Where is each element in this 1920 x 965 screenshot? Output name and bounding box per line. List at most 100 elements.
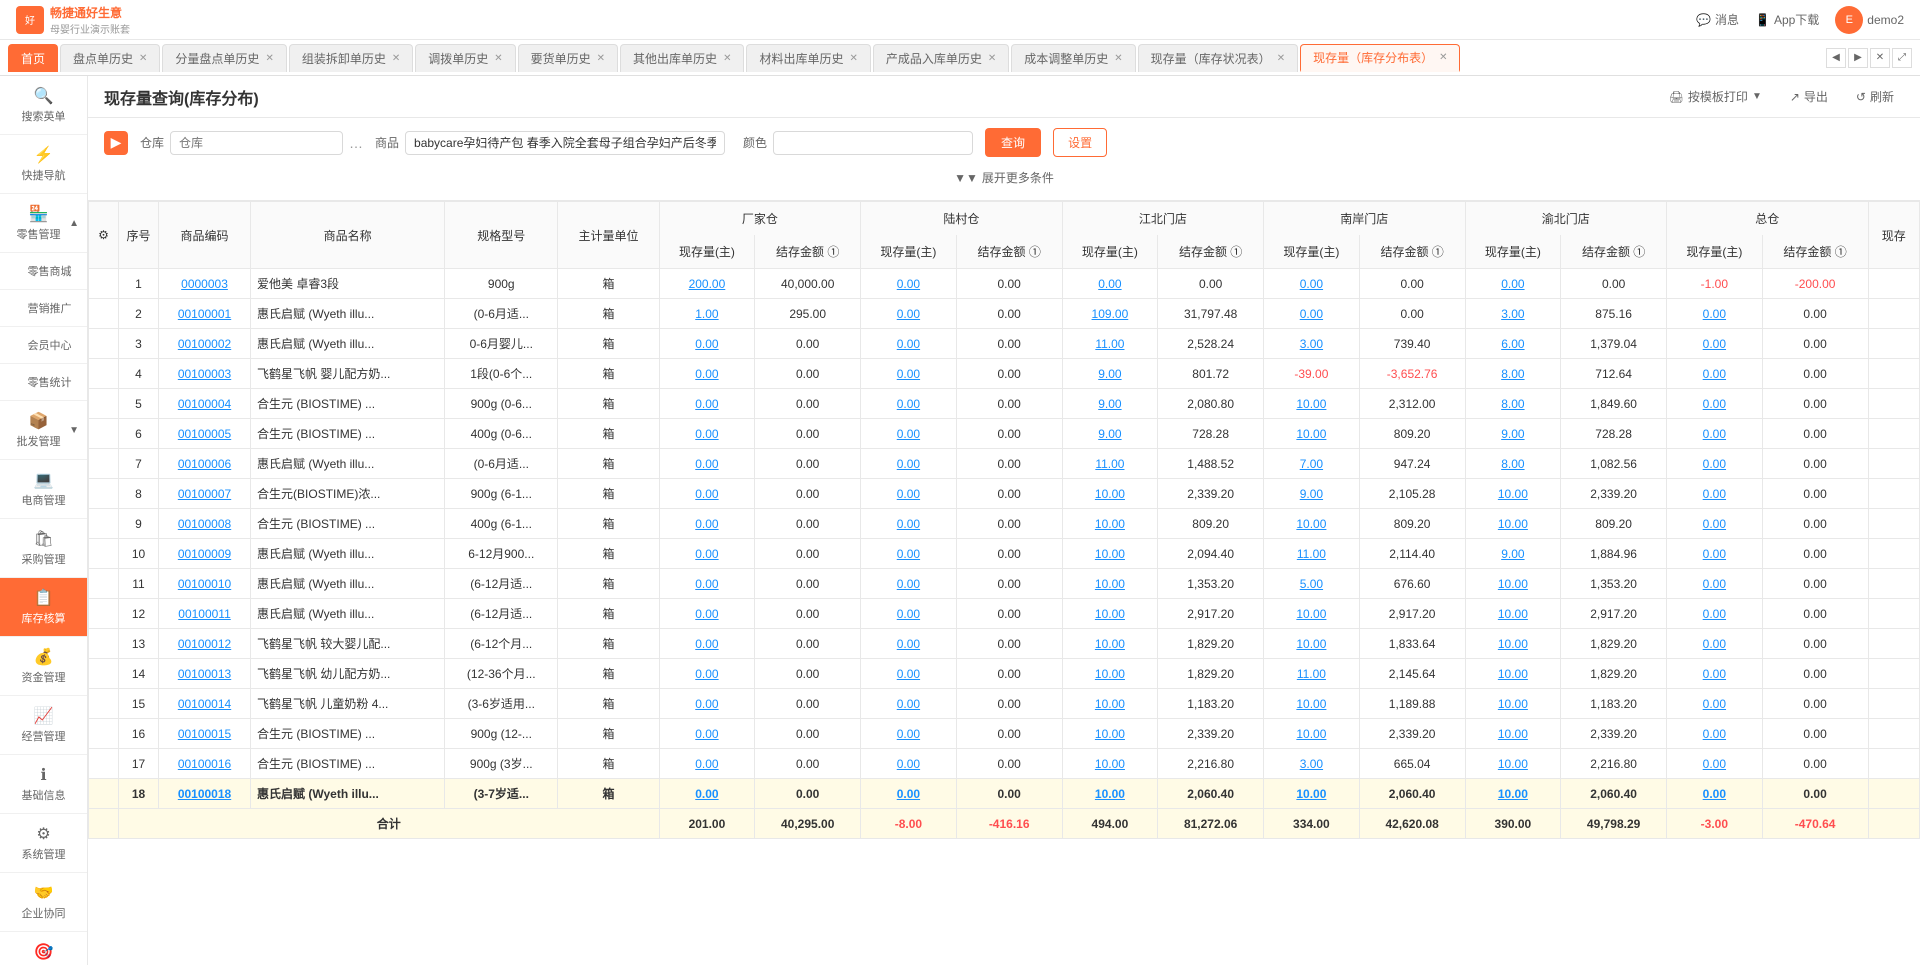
tab-8-close[interactable]: ✕ <box>988 53 996 64</box>
td-c2-qty[interactable]: 0.00 <box>861 599 957 629</box>
tab-7[interactable]: 材料出库单历史 ✕ <box>746 44 870 72</box>
td-total-qty[interactable]: 0.00 <box>1667 329 1763 359</box>
td-code[interactable]: 00100005 <box>159 419 251 449</box>
tab-10-close[interactable]: ✕ <box>1277 53 1285 64</box>
tab-1-close[interactable]: ✕ <box>139 53 147 64</box>
td-code[interactable]: 00100002 <box>159 329 251 359</box>
td-c4-qty[interactable]: 3.00 <box>1264 749 1360 779</box>
td-total-qty[interactable]: 0.00 <box>1667 419 1763 449</box>
tab-5[interactable]: 要货单历史 ✕ <box>518 44 618 72</box>
td-c2-qty[interactable]: 0.00 <box>861 779 957 809</box>
td-c5-qty[interactable]: 10.00 <box>1465 749 1561 779</box>
td-c1-qty[interactable]: 0.00 <box>659 569 755 599</box>
tab-6[interactable]: 其他出库单历史 ✕ <box>620 44 744 72</box>
td-c2-qty[interactable]: 0.00 <box>861 479 957 509</box>
td-c4-qty[interactable]: 10.00 <box>1264 779 1360 809</box>
td-c3-qty[interactable]: 10.00 <box>1062 509 1158 539</box>
td-total-qty[interactable]: 0.00 <box>1667 599 1763 629</box>
td-c5-qty[interactable]: 10.00 <box>1465 509 1561 539</box>
tab-fullscreen-btn[interactable]: ⤢ <box>1892 48 1912 68</box>
td-c5-qty[interactable]: 10.00 <box>1465 569 1561 599</box>
tab-4-close[interactable]: ✕ <box>494 53 502 64</box>
goods-input[interactable] <box>405 131 725 155</box>
tab-10[interactable]: 现存量（库存状况表） ✕ <box>1138 44 1298 72</box>
td-c4-qty[interactable]: 11.00 <box>1264 659 1360 689</box>
td-code[interactable]: 00100015 <box>159 719 251 749</box>
td-c1-qty[interactable]: 0.00 <box>659 689 755 719</box>
td-c3-qty[interactable]: 10.00 <box>1062 569 1158 599</box>
td-c2-qty[interactable]: 0.00 <box>861 659 957 689</box>
tab-6-close[interactable]: ✕ <box>723 53 731 64</box>
td-c1-qty[interactable]: 0.00 <box>659 749 755 779</box>
td-c1-qty[interactable]: 0.00 <box>659 539 755 569</box>
td-c3-qty[interactable]: 109.00 <box>1062 299 1158 329</box>
td-c4-qty[interactable]: 10.00 <box>1264 629 1360 659</box>
td-c1-qty[interactable]: 0.00 <box>659 359 755 389</box>
td-c3-qty[interactable]: 9.00 <box>1062 419 1158 449</box>
print-btn[interactable]: 🖨 按模板打印 ▼ <box>1659 84 1772 109</box>
td-c5-qty[interactable]: 9.00 <box>1465 539 1561 569</box>
td-total-qty[interactable]: 0.00 <box>1667 359 1763 389</box>
td-c1-qty[interactable]: 0.00 <box>659 509 755 539</box>
sidebar-item-retail[interactable]: 🏪 零售管理 ▲ <box>0 194 87 253</box>
td-c4-qty[interactable]: 0.00 <box>1264 269 1360 299</box>
td-code[interactable]: 00100001 <box>159 299 251 329</box>
td-c1-qty[interactable]: 0.00 <box>659 479 755 509</box>
refresh-btn[interactable]: ↺ 刷新 <box>1846 84 1904 109</box>
tab-11[interactable]: 现存量（库存分布表） ✕ <box>1300 44 1460 72</box>
user-area[interactable]: E demo2 <box>1835 6 1904 34</box>
td-c1-qty[interactable]: 0.00 <box>659 389 755 419</box>
td-code[interactable]: 00100018 <box>159 779 251 809</box>
sidebar-item-ecommerce[interactable]: 💻 电商管理 <box>0 460 87 519</box>
td-c4-qty[interactable]: -39.00 <box>1264 359 1360 389</box>
td-c5-qty[interactable]: 10.00 <box>1465 689 1561 719</box>
td-code[interactable]: 00100004 <box>159 389 251 419</box>
td-code[interactable]: 00100003 <box>159 359 251 389</box>
td-code[interactable]: 00100008 <box>159 509 251 539</box>
td-c1-qty[interactable]: 200.00 <box>659 269 755 299</box>
td-c3-qty[interactable]: 11.00 <box>1062 329 1158 359</box>
td-total-qty[interactable]: 0.00 <box>1667 749 1763 779</box>
tab-7-close[interactable]: ✕ <box>849 53 857 64</box>
td-total-qty[interactable]: 0.00 <box>1667 659 1763 689</box>
tab-9-close[interactable]: ✕ <box>1114 53 1122 64</box>
td-c1-qty[interactable]: 0.00 <box>659 629 755 659</box>
tab-2[interactable]: 分量盘点单历史 ✕ <box>162 44 286 72</box>
td-code[interactable]: 00100013 <box>159 659 251 689</box>
td-c3-qty[interactable]: 10.00 <box>1062 719 1158 749</box>
td-c3-qty[interactable]: 10.00 <box>1062 479 1158 509</box>
td-c4-qty[interactable]: 10.00 <box>1264 719 1360 749</box>
tab-3[interactable]: 组装拆卸单历史 ✕ <box>289 44 413 72</box>
td-c4-qty[interactable]: 10.00 <box>1264 389 1360 419</box>
td-c3-qty[interactable]: 10.00 <box>1062 749 1158 779</box>
td-c3-qty[interactable]: 10.00 <box>1062 539 1158 569</box>
td-c5-qty[interactable]: 9.00 <box>1465 419 1561 449</box>
tab-home[interactable]: 首页 <box>8 44 58 72</box>
collapse-btn[interactable]: ▶ <box>104 131 128 155</box>
tab-3-close[interactable]: ✕ <box>392 53 400 64</box>
query-button[interactable]: 查询 <box>985 128 1041 157</box>
td-total-qty[interactable]: 0.00 <box>1667 569 1763 599</box>
td-c5-qty[interactable]: 8.00 <box>1465 359 1561 389</box>
td-c5-qty[interactable]: 8.00 <box>1465 389 1561 419</box>
td-c5-qty[interactable]: 10.00 <box>1465 719 1561 749</box>
tab-prev-btn[interactable]: ◀ <box>1826 48 1846 68</box>
td-total-qty[interactable]: 0.00 <box>1667 449 1763 479</box>
tab-4[interactable]: 调拨单历史 ✕ <box>415 44 515 72</box>
sidebar-item-marketing[interactable]: 营销推广 <box>0 290 87 327</box>
td-c3-qty[interactable]: 10.00 <box>1062 659 1158 689</box>
td-c4-qty[interactable]: 3.00 <box>1264 329 1360 359</box>
setting-button[interactable]: 设置 <box>1053 128 1107 157</box>
td-c5-qty[interactable]: 8.00 <box>1465 449 1561 479</box>
td-c1-qty[interactable]: 0.00 <box>659 779 755 809</box>
td-c4-qty[interactable]: 10.00 <box>1264 419 1360 449</box>
td-code[interactable]: 00100014 <box>159 689 251 719</box>
tab-8[interactable]: 产成品入库单历史 ✕ <box>873 44 1009 72</box>
sidebar-item-mall[interactable]: 零售商城 <box>0 253 87 290</box>
td-c2-qty[interactable]: 0.00 <box>861 449 957 479</box>
app-download-btn[interactable]: 📱 App下载 <box>1755 11 1819 28</box>
sidebar-item-search[interactable]: 🔍 搜索英单 <box>0 76 87 135</box>
td-code[interactable]: 00100016 <box>159 749 251 779</box>
td-total-qty[interactable]: -1.00 <box>1667 269 1763 299</box>
td-c2-qty[interactable]: 0.00 <box>861 299 957 329</box>
